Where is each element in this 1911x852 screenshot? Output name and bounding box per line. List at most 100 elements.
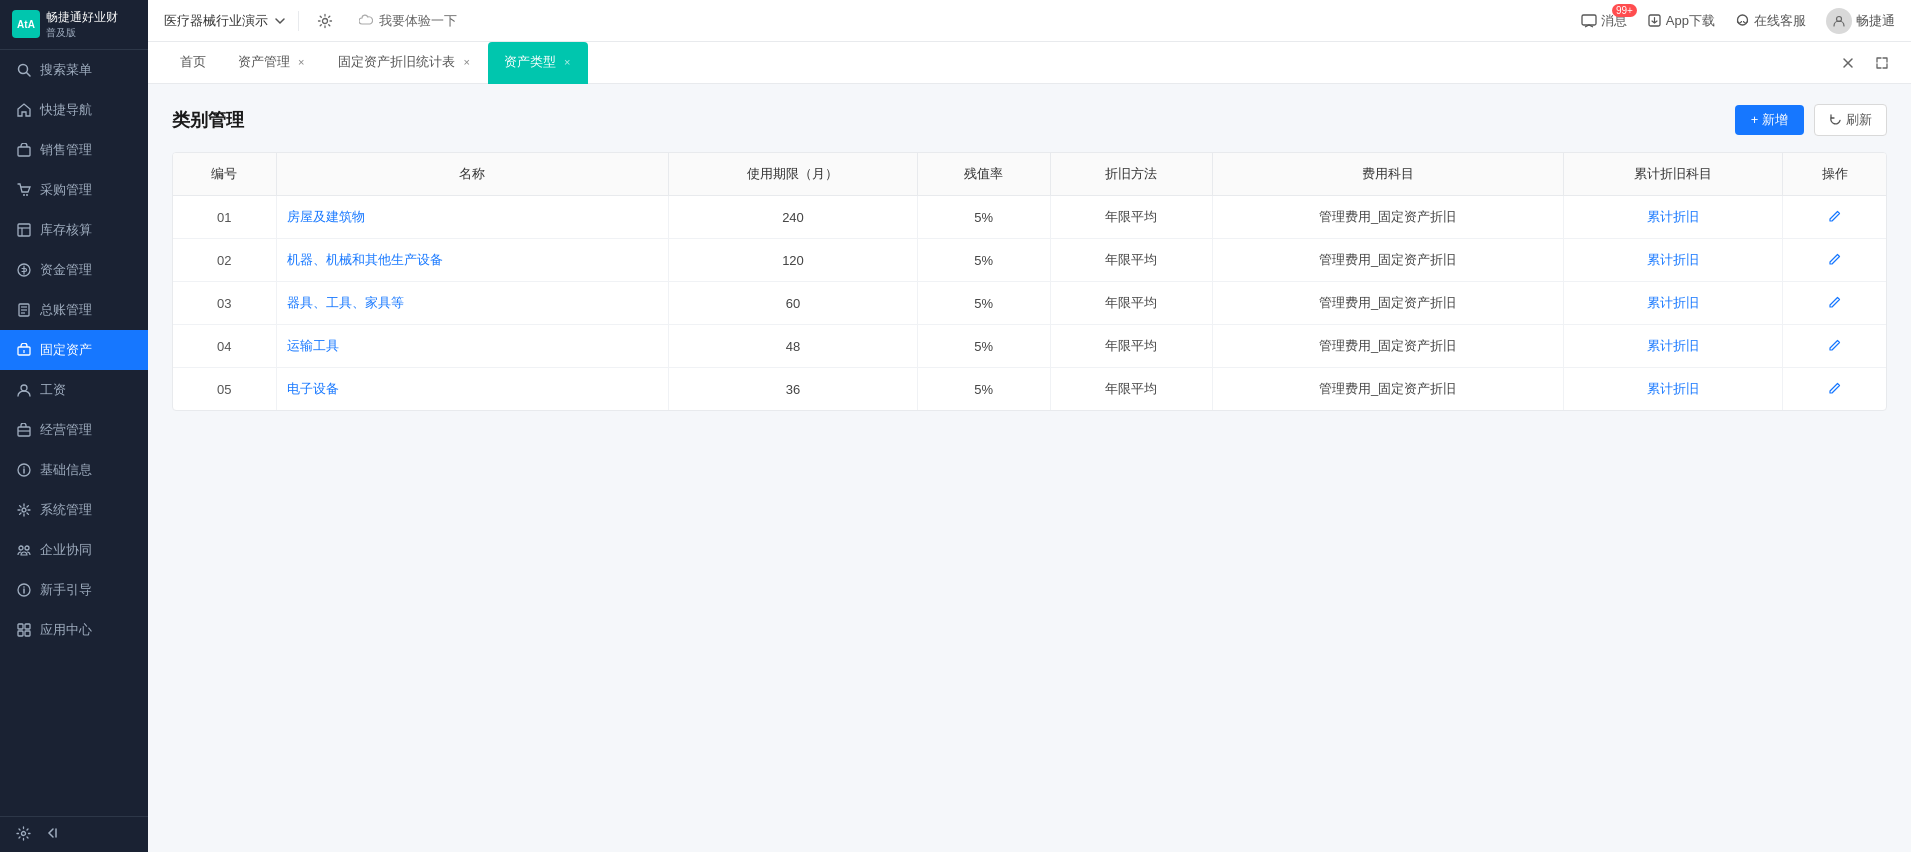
col-header-period: 使用期限（月） bbox=[669, 153, 917, 196]
tab-asset-label: 资产管理 bbox=[238, 53, 290, 71]
sidebar-item-fixed-assets[interactable]: 固定资产 bbox=[0, 330, 148, 370]
tab-asset-management[interactable]: 资产管理 × bbox=[222, 42, 322, 84]
sidebar-item-quick-nav[interactable]: 快捷导航 bbox=[0, 90, 148, 130]
page-title: 类别管理 bbox=[172, 108, 244, 132]
purchase-icon bbox=[16, 182, 32, 198]
close-depreciation-tab[interactable]: × bbox=[461, 54, 471, 70]
expand-button[interactable] bbox=[1869, 50, 1895, 76]
sidebar-logo[interactable]: AtA 畅捷通好业财 普及版 bbox=[0, 0, 148, 50]
cell-name: 房屋及建筑物 bbox=[276, 196, 669, 239]
message-button[interactable]: 消息 99 bbox=[1581, 12, 1627, 30]
sidebar-item-label: 企业协同 bbox=[40, 541, 92, 559]
sidebar-item-guide[interactable]: 新手引导 bbox=[0, 570, 148, 610]
avatar bbox=[1826, 8, 1852, 34]
cell-expense: 管理费用_固定资产折旧 bbox=[1212, 196, 1563, 239]
edit-button[interactable] bbox=[1828, 210, 1842, 226]
sidebar-item-label: 总账管理 bbox=[40, 301, 92, 319]
close-asset-type-tab[interactable]: × bbox=[562, 54, 572, 70]
app-center-icon bbox=[16, 622, 32, 638]
svg-rect-28 bbox=[18, 631, 23, 636]
svg-rect-33 bbox=[1582, 15, 1596, 25]
settings-button[interactable] bbox=[311, 7, 339, 35]
sidebar-item-inventory[interactable]: 库存核算 bbox=[0, 210, 148, 250]
settings-icon[interactable] bbox=[16, 826, 31, 844]
fixed-assets-icon bbox=[16, 342, 32, 358]
user-icon bbox=[1833, 15, 1845, 27]
guide-icon bbox=[16, 582, 32, 598]
headset-icon bbox=[1735, 13, 1750, 28]
close-tab-button[interactable] bbox=[1835, 50, 1861, 76]
ledger-icon bbox=[16, 302, 32, 318]
collapse-icon[interactable] bbox=[43, 825, 59, 844]
sidebar-item-capital[interactable]: 资金管理 bbox=[0, 250, 148, 290]
user-profile[interactable]: 畅捷通 bbox=[1826, 8, 1895, 34]
cell-operation bbox=[1783, 325, 1886, 368]
sidebar-item-app-center[interactable]: 应用中心 bbox=[0, 610, 148, 650]
cell-name: 电子设备 bbox=[276, 368, 669, 411]
svg-point-23 bbox=[25, 546, 29, 550]
app-download-button[interactable]: App下载 bbox=[1647, 12, 1715, 30]
tab-depreciation-table[interactable]: 固定资产折旧统计表 × bbox=[322, 42, 487, 84]
svg-point-25 bbox=[23, 586, 25, 588]
expand-icon bbox=[1875, 56, 1889, 70]
edit-button[interactable] bbox=[1828, 382, 1842, 398]
sidebar-item-cooperation[interactable]: 企业协同 bbox=[0, 530, 148, 570]
cell-residual: 5% bbox=[917, 239, 1050, 282]
cell-expense: 管理费用_固定资产折旧 bbox=[1212, 282, 1563, 325]
tab-asset-type-label: 资产类型 bbox=[504, 53, 556, 71]
tabs-bar: 首页 资产管理 × 固定资产折旧统计表 × 资产类型 × bbox=[148, 42, 1911, 84]
cell-method: 年限平均 bbox=[1050, 325, 1212, 368]
sidebar-item-label: 采购管理 bbox=[40, 181, 92, 199]
cell-accumulated: 累计折旧 bbox=[1563, 368, 1783, 411]
page-header: 类别管理 + 新增 刷新 bbox=[172, 104, 1887, 136]
sidebar-item-label: 经营管理 bbox=[40, 421, 92, 439]
experience-label: 我要体验一下 bbox=[379, 12, 457, 30]
sidebar-item-label: 销售管理 bbox=[40, 141, 92, 159]
cell-name: 机器、机械和其他生产设备 bbox=[276, 239, 669, 282]
sidebar-item-basic-info[interactable]: 基础信息 bbox=[0, 450, 148, 490]
sidebar-item-salary[interactable]: 工资 bbox=[0, 370, 148, 410]
cell-expense: 管理费用_固定资产折旧 bbox=[1212, 239, 1563, 282]
cell-period: 240 bbox=[669, 196, 917, 239]
cell-method: 年限平均 bbox=[1050, 282, 1212, 325]
sidebar-item-label: 快捷导航 bbox=[40, 101, 92, 119]
cell-period: 36 bbox=[669, 368, 917, 411]
svg-point-21 bbox=[22, 508, 26, 512]
tab-home[interactable]: 首页 bbox=[164, 42, 222, 84]
edit-button[interactable] bbox=[1828, 253, 1842, 269]
new-button[interactable]: + 新增 bbox=[1735, 105, 1804, 135]
sidebar-item-sales[interactable]: 销售管理 bbox=[0, 130, 148, 170]
sidebar-item-purchase[interactable]: 采购管理 bbox=[0, 170, 148, 210]
online-service-button[interactable]: 在线客服 bbox=[1735, 12, 1806, 30]
cell-expense: 管理费用_固定资产折旧 bbox=[1212, 368, 1563, 411]
svg-rect-27 bbox=[25, 624, 30, 629]
svg-point-30 bbox=[22, 831, 26, 835]
cell-period: 60 bbox=[669, 282, 917, 325]
svg-point-20 bbox=[23, 466, 25, 468]
col-header-residual: 残值率 bbox=[917, 153, 1050, 196]
svg-rect-5 bbox=[18, 224, 30, 236]
cell-method: 年限平均 bbox=[1050, 196, 1212, 239]
experience-button[interactable]: 我要体验一下 bbox=[359, 12, 457, 30]
search-icon bbox=[16, 62, 32, 78]
asset-type-table: 编号 名称 使用期限（月） 残值率 折旧方法 费用科目 累计折旧科目 操作 01… bbox=[172, 152, 1887, 411]
cell-accumulated: 累计折旧 bbox=[1563, 282, 1783, 325]
sidebar-item-business[interactable]: 经营管理 bbox=[0, 410, 148, 450]
sidebar-item-search[interactable]: 搜索菜单 bbox=[0, 50, 148, 90]
home-icon bbox=[16, 102, 32, 118]
edit-button[interactable] bbox=[1828, 339, 1842, 355]
cell-operation bbox=[1783, 368, 1886, 411]
capital-icon bbox=[16, 262, 32, 278]
refresh-button[interactable]: 刷新 bbox=[1814, 104, 1887, 136]
cell-period: 120 bbox=[669, 239, 917, 282]
sidebar-item-ledger[interactable]: 总账管理 bbox=[0, 290, 148, 330]
svg-point-3 bbox=[23, 194, 25, 196]
company-name: 医疗器械行业演示 bbox=[164, 12, 268, 30]
company-selector[interactable]: 医疗器械行业演示 bbox=[164, 12, 286, 30]
col-header-name: 名称 bbox=[276, 153, 669, 196]
edit-button[interactable] bbox=[1828, 296, 1842, 312]
close-asset-management-tab[interactable]: × bbox=[296, 54, 306, 70]
cell-name: 器具、工具、家具等 bbox=[276, 282, 669, 325]
tab-asset-type[interactable]: 资产类型 × bbox=[488, 42, 588, 84]
sidebar-item-system[interactable]: 系统管理 bbox=[0, 490, 148, 530]
